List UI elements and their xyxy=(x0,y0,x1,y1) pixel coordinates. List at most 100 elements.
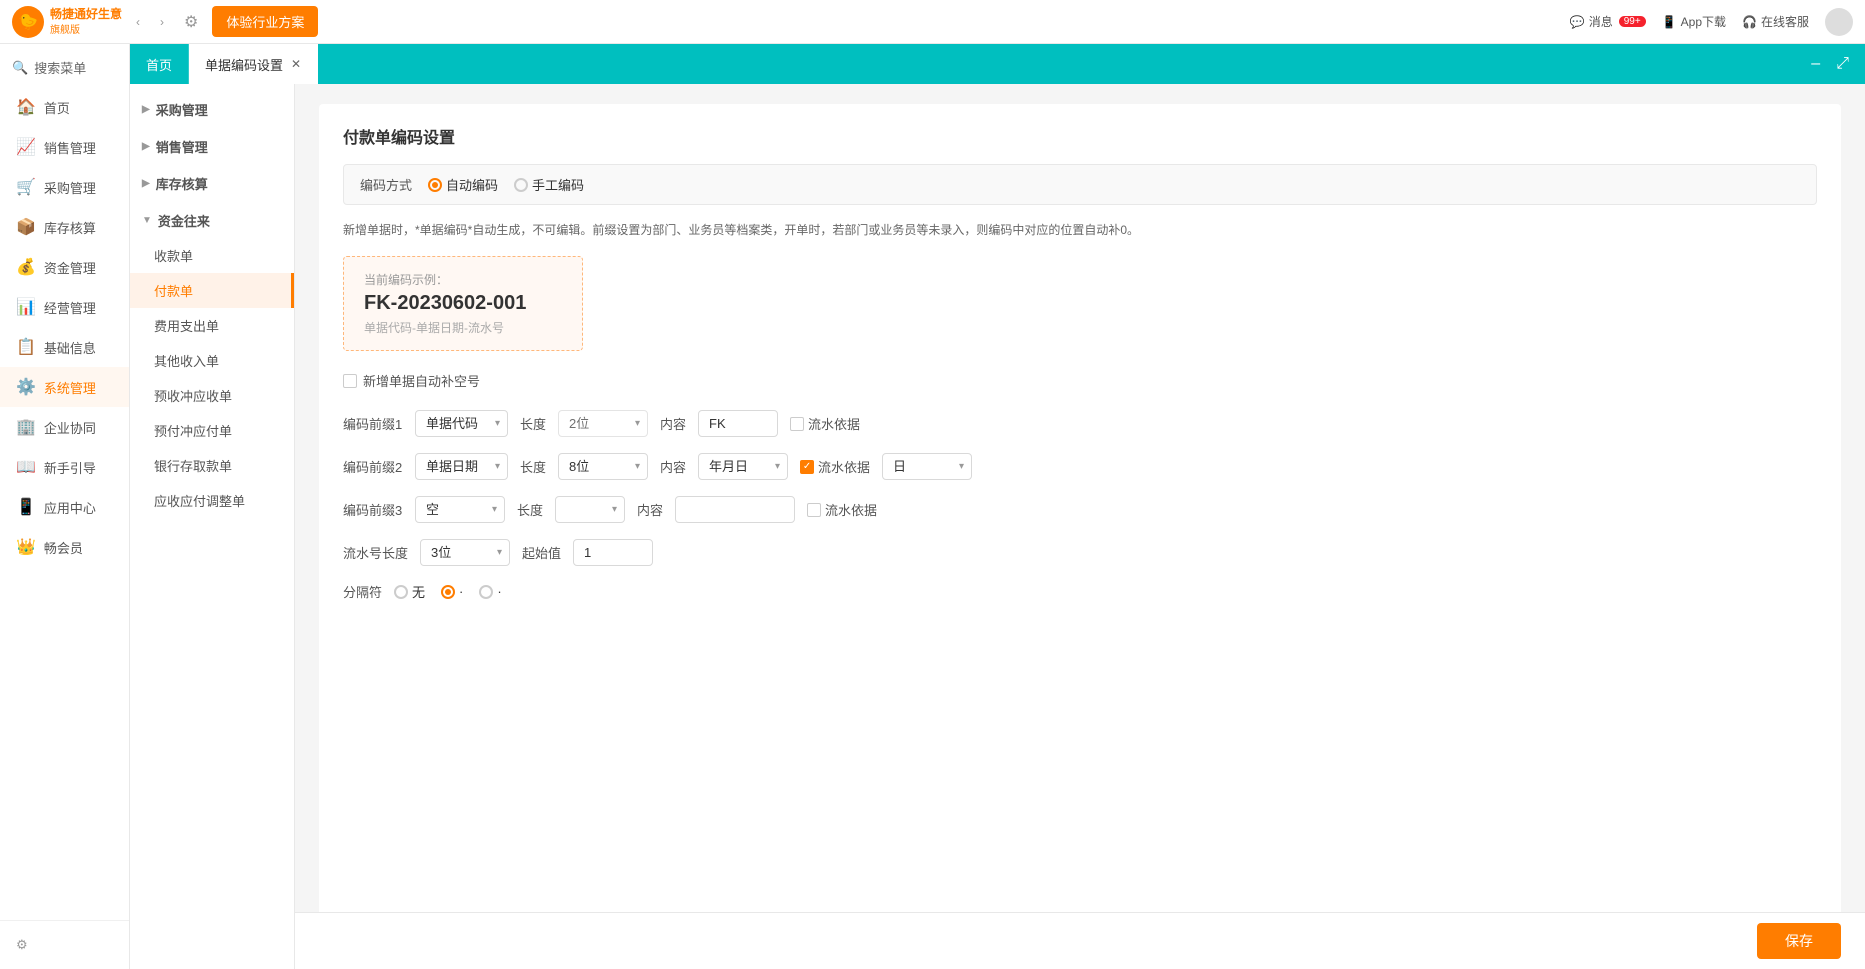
sidebar-item-label: 采购管理 xyxy=(44,178,96,197)
appstore-icon: 📱 xyxy=(16,497,36,517)
prefix3-length-label: 长度 xyxy=(517,500,543,519)
sidebar-item-appstore[interactable]: 📱 应用中心 xyxy=(0,487,129,527)
sep-dot-radio[interactable] xyxy=(441,585,455,599)
sep-dot-option[interactable]: · xyxy=(441,584,463,599)
prefix2-length-select[interactable]: 8位 xyxy=(558,453,648,480)
prefix2-stream-checkbox[interactable]: ✓ 流水依据 xyxy=(800,457,870,476)
nav-back-arrow[interactable]: ‹ xyxy=(130,13,146,31)
experience-button[interactable]: 体验行业方案 xyxy=(212,6,318,37)
nav-forward-arrow[interactable]: › xyxy=(154,13,170,31)
sidebar-item-label: 企业协同 xyxy=(44,418,96,437)
sidebar-item-purchase[interactable]: 🛒 采购管理 xyxy=(0,167,129,207)
preview-label: 当前编码示例： xyxy=(364,271,562,288)
tab-actions: – ⤢ xyxy=(1807,51,1865,77)
service-icon: 🎧 xyxy=(1742,15,1757,29)
prefix3-content-input[interactable] xyxy=(675,496,795,523)
sidebar-item-system[interactable]: ⚙️ 系统管理 xyxy=(0,367,129,407)
sidebar-item-finance[interactable]: 💰 资金管理 xyxy=(0,247,129,287)
app-download-item[interactable]: 📱 App下载 xyxy=(1662,13,1726,30)
sub-group-inventory-title[interactable]: ▶ 库存核算 xyxy=(130,166,294,201)
sep-dot2-radio[interactable] xyxy=(479,585,493,599)
prefix2-content-wrapper: 年月日 xyxy=(698,453,788,480)
sidebar-item-guide[interactable]: 📖 新手引导 xyxy=(0,447,129,487)
sub-item-adjustment[interactable]: 应收应付调整单 xyxy=(130,483,294,518)
content-card: 付款单编码设置 编码方式 自动编码 手工编码 xyxy=(319,104,1841,912)
prefix1-stream-checkbox-box[interactable] xyxy=(790,417,804,431)
prefix3-label: 编码前缀3 xyxy=(343,500,403,519)
search-menu[interactable]: 🔍 搜索菜单 xyxy=(0,52,129,83)
search-icon: 🔍 xyxy=(12,60,28,76)
system-icon: ⚙️ xyxy=(16,377,36,397)
auto-fill-checkbox[interactable] xyxy=(343,374,357,388)
sub-item-prepay-receivable[interactable]: 预收冲应收单 xyxy=(130,378,294,413)
tab-action-expand[interactable]: ⤢ xyxy=(1832,51,1853,77)
prefix1-length-label: 长度 xyxy=(520,414,546,433)
inventory-icon: 📦 xyxy=(16,217,36,237)
prefix3-length-select[interactable] xyxy=(555,496,625,523)
sub-group-finance-title[interactable]: ▼ 资金往来 xyxy=(130,203,294,238)
sub-item-prepay-payable[interactable]: 预付冲应付单 xyxy=(130,413,294,448)
prefix2-length-label: 长度 xyxy=(520,457,546,476)
sub-item-bank[interactable]: 银行存取款单 xyxy=(130,448,294,483)
sep-none-radio[interactable] xyxy=(394,585,408,599)
prefix2-content-select[interactable]: 年月日 xyxy=(698,453,788,480)
sidebar-item-enterprise[interactable]: 🏢 企业协同 xyxy=(0,407,129,447)
sales-icon: 📈 xyxy=(16,137,36,157)
auto-encode-radio[interactable] xyxy=(428,178,442,192)
prefix2-stream-sub-select[interactable]: 日 xyxy=(882,453,972,480)
prefix2-stream-checkbox-box[interactable]: ✓ xyxy=(800,460,814,474)
sidebar-item-vip[interactable]: 👑 畅会员 xyxy=(0,527,129,567)
sidebar-item-label: 首页 xyxy=(44,98,70,117)
sub-group-sales-title[interactable]: ▶ 销售管理 xyxy=(130,129,294,164)
auto-fill-checkbox-row[interactable]: 新增单据自动补空号 xyxy=(343,371,1817,390)
sub-item-expense[interactable]: 费用支出单 xyxy=(130,308,294,343)
content-and-bottom: 付款单编码设置 编码方式 自动编码 手工编码 xyxy=(295,84,1865,969)
top-bar-left: 🐤 畅捷通好生意 旗舰版 ‹ › ⚙ 体验行业方案 xyxy=(12,6,318,38)
save-button[interactable]: 保存 xyxy=(1757,923,1841,959)
serial-length-select[interactable]: 3位 xyxy=(420,539,510,566)
prefix1-stream-checkbox[interactable]: 流水依据 xyxy=(790,414,860,433)
search-menu-label: 搜索菜单 xyxy=(34,58,86,77)
sub-item-receipt[interactable]: 收款单 xyxy=(130,238,294,273)
sidebar-item-operation[interactable]: 📊 经营管理 xyxy=(0,287,129,327)
sub-group-sales-label: 销售管理 xyxy=(156,137,208,156)
preview-value: FK-20230602-001 xyxy=(364,292,562,315)
prefix2-stream-label: 流水依据 xyxy=(818,457,870,476)
sub-group-purchase-title[interactable]: ▶ 采购管理 xyxy=(130,92,294,127)
prefix2-select[interactable]: 单据日期 xyxy=(415,453,508,480)
sep-none-option[interactable]: 无 xyxy=(394,582,425,601)
tab-home[interactable]: 首页 xyxy=(130,44,189,84)
operation-icon: 📊 xyxy=(16,297,36,317)
prefix1-stream-label: 流水依据 xyxy=(808,414,860,433)
manual-encode-option[interactable]: 手工编码 xyxy=(514,175,584,194)
nav-settings-icon[interactable]: ⚙ xyxy=(178,10,204,34)
settings-gear-icon: ⚙ xyxy=(16,937,28,953)
tab-action-minimize[interactable]: – xyxy=(1807,51,1824,77)
prefix3-select[interactable]: 空 xyxy=(415,496,505,523)
tab-encode-settings[interactable]: 单据编码设置 ✕ xyxy=(189,44,318,84)
sidebar-item-sales[interactable]: 📈 销售管理 xyxy=(0,127,129,167)
top-bar: 🐤 畅捷通好生意 旗舰版 ‹ › ⚙ 体验行业方案 💬 消息 99+ 📱 App… xyxy=(0,0,1865,44)
prefix3-stream-checkbox[interactable]: 流水依据 xyxy=(807,500,877,519)
auto-encode-option[interactable]: 自动编码 xyxy=(428,175,498,194)
finance-icon: 💰 xyxy=(16,257,36,277)
sidebar-item-basic[interactable]: 📋 基础信息 xyxy=(0,327,129,367)
user-avatar[interactable] xyxy=(1825,8,1853,36)
manual-encode-label: 手工编码 xyxy=(532,175,584,194)
manual-encode-radio[interactable] xyxy=(514,178,528,192)
sub-item-other-income[interactable]: 其他收入单 xyxy=(130,343,294,378)
prefix3-stream-checkbox-box[interactable] xyxy=(807,503,821,517)
sidebar-item-inventory[interactable]: 📦 库存核算 xyxy=(0,207,129,247)
sidebar-settings-btn[interactable]: ⚙ xyxy=(0,929,129,961)
prefix1-select[interactable]: 单据代码 xyxy=(415,410,508,437)
tab-close-icon[interactable]: ✕ xyxy=(291,57,301,71)
start-value-input[interactable] xyxy=(573,539,653,566)
encode-method-row: 编码方式 自动编码 手工编码 xyxy=(343,164,1817,205)
message-item[interactable]: 💬 消息 99+ xyxy=(1570,13,1646,30)
sidebar-item-home[interactable]: 🏠 首页 xyxy=(0,87,129,127)
sep-dot2-option[interactable]: · xyxy=(479,584,501,599)
serial-row: 流水号长度 3位 起始值 xyxy=(343,539,1817,566)
sub-item-payment[interactable]: 付款单 xyxy=(130,273,294,308)
service-item[interactable]: 🎧 在线客服 xyxy=(1742,13,1809,30)
separator-row: 分隔符 无 · xyxy=(343,582,1817,601)
